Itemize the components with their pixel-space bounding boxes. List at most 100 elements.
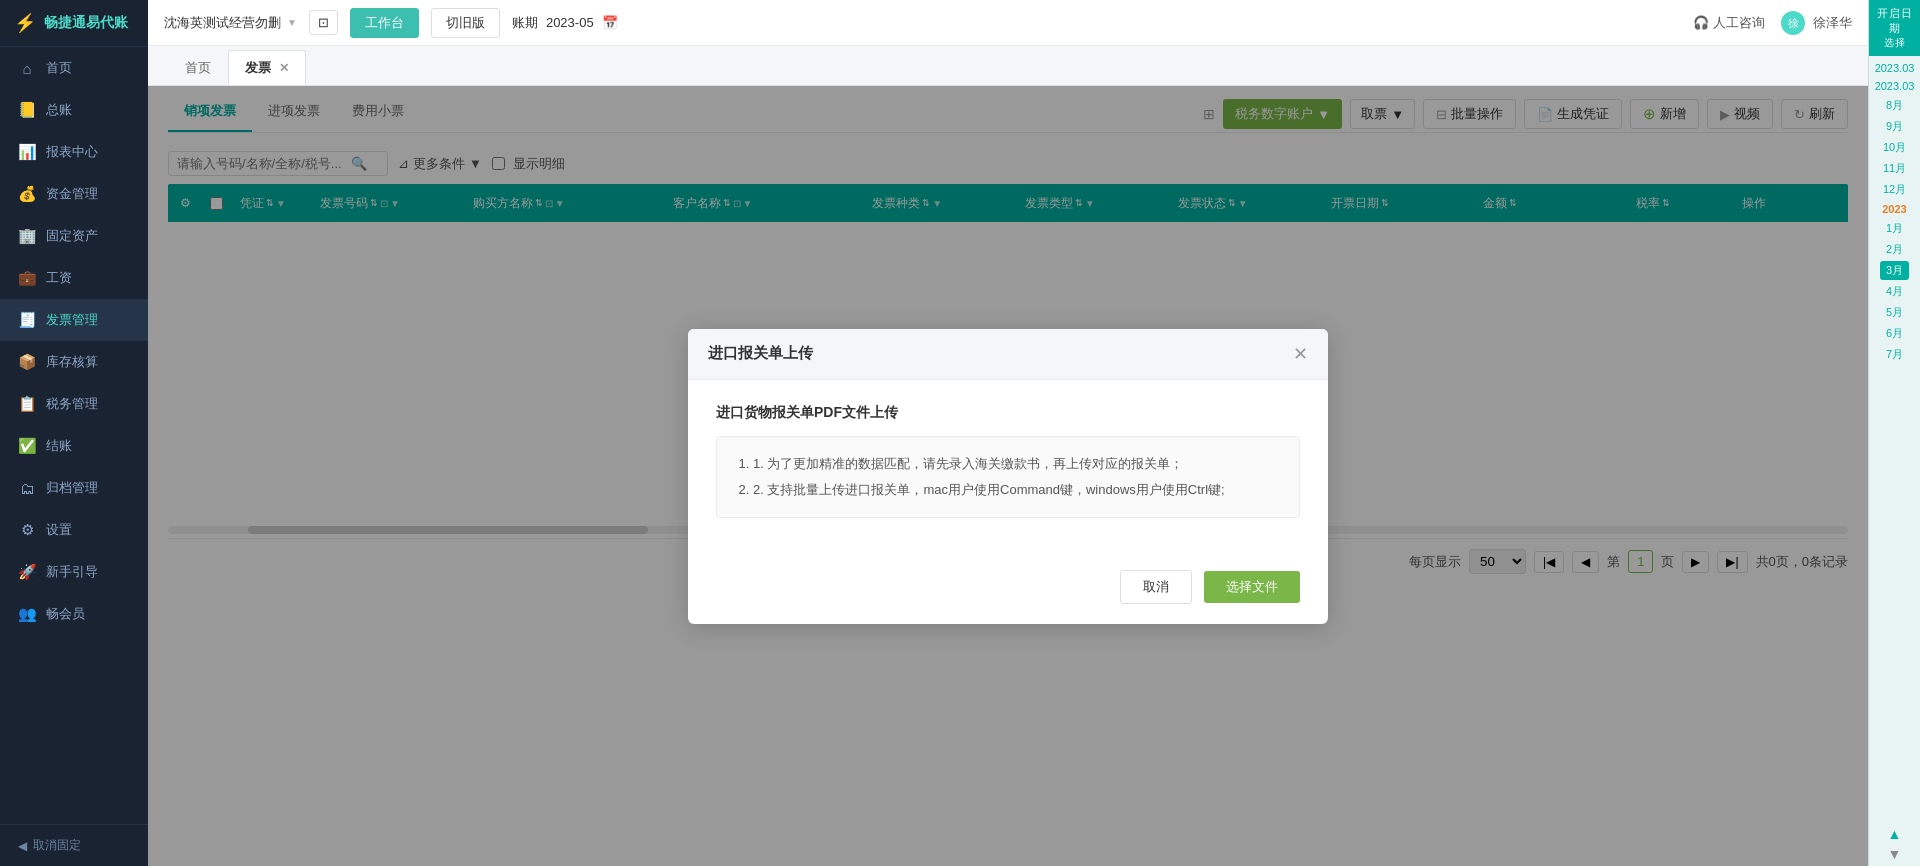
- period-value: 2023-05: [546, 15, 594, 30]
- footer-label: 取消固定: [33, 837, 81, 854]
- company-name: 沈海英测试经营勿删: [164, 14, 281, 32]
- tab-close-icon[interactable]: ✕: [279, 61, 289, 75]
- cancel-button[interactable]: 取消: [1120, 570, 1192, 604]
- copy-icon: ⊡: [318, 15, 329, 30]
- sidebar-item-fixed[interactable]: 🏢 固定资产: [0, 215, 148, 257]
- period-item-7[interactable]: 2023: [1876, 201, 1912, 217]
- dialog-info-line-1: 1. 为了更加精准的数据匹配，请先录入海关缴款书，再上传对应的报关单；: [753, 451, 1281, 477]
- sidebar-item-home[interactable]: ⌂首页: [0, 47, 148, 89]
- sidebar-label-member: 畅会员: [46, 605, 85, 623]
- sidebar-item-funds[interactable]: 💰资金管理: [0, 173, 148, 215]
- sidebar-label-fixed: 固定资产: [46, 227, 98, 245]
- topbar-right: 🎧 人工咨询 徐 徐泽华: [1693, 11, 1852, 35]
- sidebar-footer[interactable]: ◀ 取消固定: [0, 824, 148, 866]
- sidebar-item-settle[interactable]: ✅ 结账: [0, 425, 148, 467]
- dialog-section-title: 进口货物报关单PDF文件上传: [716, 404, 1300, 422]
- select-file-button[interactable]: 选择文件: [1204, 571, 1300, 603]
- period-item-10[interactable]: 3月: [1880, 261, 1909, 280]
- tab-home-label: 首页: [185, 60, 211, 75]
- reports-icon: 📊: [18, 143, 36, 161]
- sidebar-item-stock[interactable]: 📦 库存核算: [0, 341, 148, 383]
- sidebar-item-reports[interactable]: 📊 报表中心: [0, 131, 148, 173]
- switch-version-button[interactable]: 切旧版: [431, 8, 500, 38]
- dialog-info-box: 1. 为了更加精准的数据匹配，请先录入海关缴款书，再上传对应的报关单； 2. 支…: [716, 436, 1300, 518]
- settings-icon: ⚙: [18, 521, 36, 539]
- calendar-icon[interactable]: 📅: [602, 15, 618, 30]
- invoice-icon: 🧾: [18, 311, 36, 329]
- dialog-body: 进口货物报关单PDF文件上传 1. 为了更加精准的数据匹配，请先录入海关缴款书，…: [688, 380, 1328, 558]
- sidebar-label-stock: 库存核算: [46, 353, 98, 371]
- tabbar: 首页 发票 ✕: [148, 46, 1868, 86]
- period-item-1[interactable]: 2023.03: [1869, 78, 1920, 94]
- fixed-icon: 🏢: [18, 227, 36, 245]
- support-btn[interactable]: 🎧 人工咨询: [1693, 14, 1765, 32]
- period-item-13[interactable]: 6月: [1880, 324, 1909, 343]
- sidebar-label-settle: 结账: [46, 437, 72, 455]
- sidebar-item-settings[interactable]: ⚙ 设置: [0, 509, 148, 551]
- open-date-button[interactable]: 开启日期 选择: [1869, 0, 1920, 56]
- sidebar-item-guide[interactable]: 🚀新手引导: [0, 551, 148, 593]
- sidebar-label-reports: 报表中心: [46, 143, 98, 161]
- sidebar-label-archive: 归档管理: [46, 479, 98, 497]
- sidebar-label-salary: 工资: [46, 269, 72, 287]
- period-item-0[interactable]: 2023.03: [1869, 60, 1920, 76]
- sidebar-label-settings: 设置: [46, 521, 72, 539]
- workspace-button[interactable]: 工作台: [350, 8, 419, 38]
- member-icon: 👥: [18, 605, 36, 623]
- sidebar-label-invoice: 发票管理: [46, 311, 98, 329]
- period-item-6[interactable]: 12月: [1877, 180, 1912, 199]
- tab-home[interactable]: 首页: [168, 50, 228, 85]
- open-date-label: 开启日期: [1877, 7, 1913, 34]
- tab-invoice-label: 发票: [245, 59, 271, 77]
- dialog-footer: 取消 选择文件: [688, 558, 1328, 624]
- sidebar-item-archive[interactable]: 🗂 归档管理: [0, 467, 148, 509]
- sidebar-item-salary[interactable]: 💼 工资: [0, 257, 148, 299]
- support-label: 人工咨询: [1713, 14, 1765, 32]
- pin-icon: ◀: [18, 839, 27, 853]
- main-area: 沈海英测试经营勿删 ▼ ⊡ 工作台 切旧版 账期 2023-05 📅 🎧 人工咨…: [148, 0, 1868, 866]
- guide-icon: 🚀: [18, 563, 36, 581]
- tab-invoice[interactable]: 发票 ✕: [228, 50, 306, 85]
- tax-icon: 📋: [18, 395, 36, 413]
- sidebar-item-invoice[interactable]: 🧾 发票管理: [0, 299, 148, 341]
- sidebar-label-tax: 税务管理: [46, 395, 98, 413]
- sidebar-logo: ⚡ 畅捷通易代账: [0, 0, 148, 47]
- logo-icon: ⚡: [14, 12, 36, 34]
- period-item-2[interactable]: 8月: [1880, 96, 1909, 115]
- sidebar-item-tax[interactable]: 📋 税务管理: [0, 383, 148, 425]
- username: 徐泽华: [1813, 14, 1852, 32]
- settle-icon: ✅: [18, 437, 36, 455]
- period-item-12[interactable]: 5月: [1880, 303, 1909, 322]
- period-item-5[interactable]: 11月: [1877, 159, 1912, 178]
- modal-overlay: 进口报关单上传 ✕ 进口货物报关单PDF文件上传 1. 为了更加精准的数据匹配，…: [148, 86, 1868, 866]
- copy-button[interactable]: ⊡: [309, 10, 338, 35]
- salary-icon: 💼: [18, 269, 36, 287]
- ledger-icon: 📒: [18, 101, 36, 119]
- funds-icon: 💰: [18, 185, 36, 203]
- dialog-info-line-2: 2. 支持批量上传进口报关单，mac用户使用Command键，windows用户…: [753, 477, 1281, 503]
- stock-icon: 📦: [18, 353, 36, 371]
- headset-icon: 🎧: [1693, 15, 1709, 30]
- sidebar-label-home: 首页: [46, 59, 72, 77]
- sidebar-label-ledger: 总账: [46, 101, 72, 119]
- period-item-8[interactable]: 1月: [1880, 219, 1909, 238]
- panel-controls: ▲ ▼: [1869, 822, 1920, 866]
- content-area: 销项发票 进项发票 费用小票 ⊞ 税务数字账户 ▼ 取票 ▼: [148, 86, 1868, 866]
- expand-up-icon[interactable]: ▲: [1888, 826, 1902, 842]
- period-item-11[interactable]: 4月: [1880, 282, 1909, 301]
- sidebar-item-member[interactable]: 👥 畅会员: [0, 593, 148, 635]
- company-chevron-icon: ▼: [287, 17, 297, 28]
- company-selector[interactable]: 沈海英测试经营勿删 ▼: [164, 14, 297, 32]
- archive-icon: 🗂: [18, 480, 36, 497]
- expand-down-icon[interactable]: ▼: [1888, 846, 1902, 862]
- open-date-sublabel: 选择: [1871, 36, 1918, 50]
- user-menu[interactable]: 徐 徐泽华: [1781, 11, 1852, 35]
- period-item-3[interactable]: 9月: [1880, 117, 1909, 136]
- period-item-9[interactable]: 2月: [1880, 240, 1909, 259]
- period-item-4[interactable]: 10月: [1877, 138, 1912, 157]
- period-display: 账期 2023-05 📅: [512, 14, 618, 32]
- dialog: 进口报关单上传 ✕ 进口货物报关单PDF文件上传 1. 为了更加精准的数据匹配，…: [688, 329, 1328, 624]
- period-item-14[interactable]: 7月: [1880, 345, 1909, 364]
- dialog-close-button[interactable]: ✕: [1293, 343, 1308, 365]
- sidebar-item-ledger[interactable]: 📒 总账: [0, 89, 148, 131]
